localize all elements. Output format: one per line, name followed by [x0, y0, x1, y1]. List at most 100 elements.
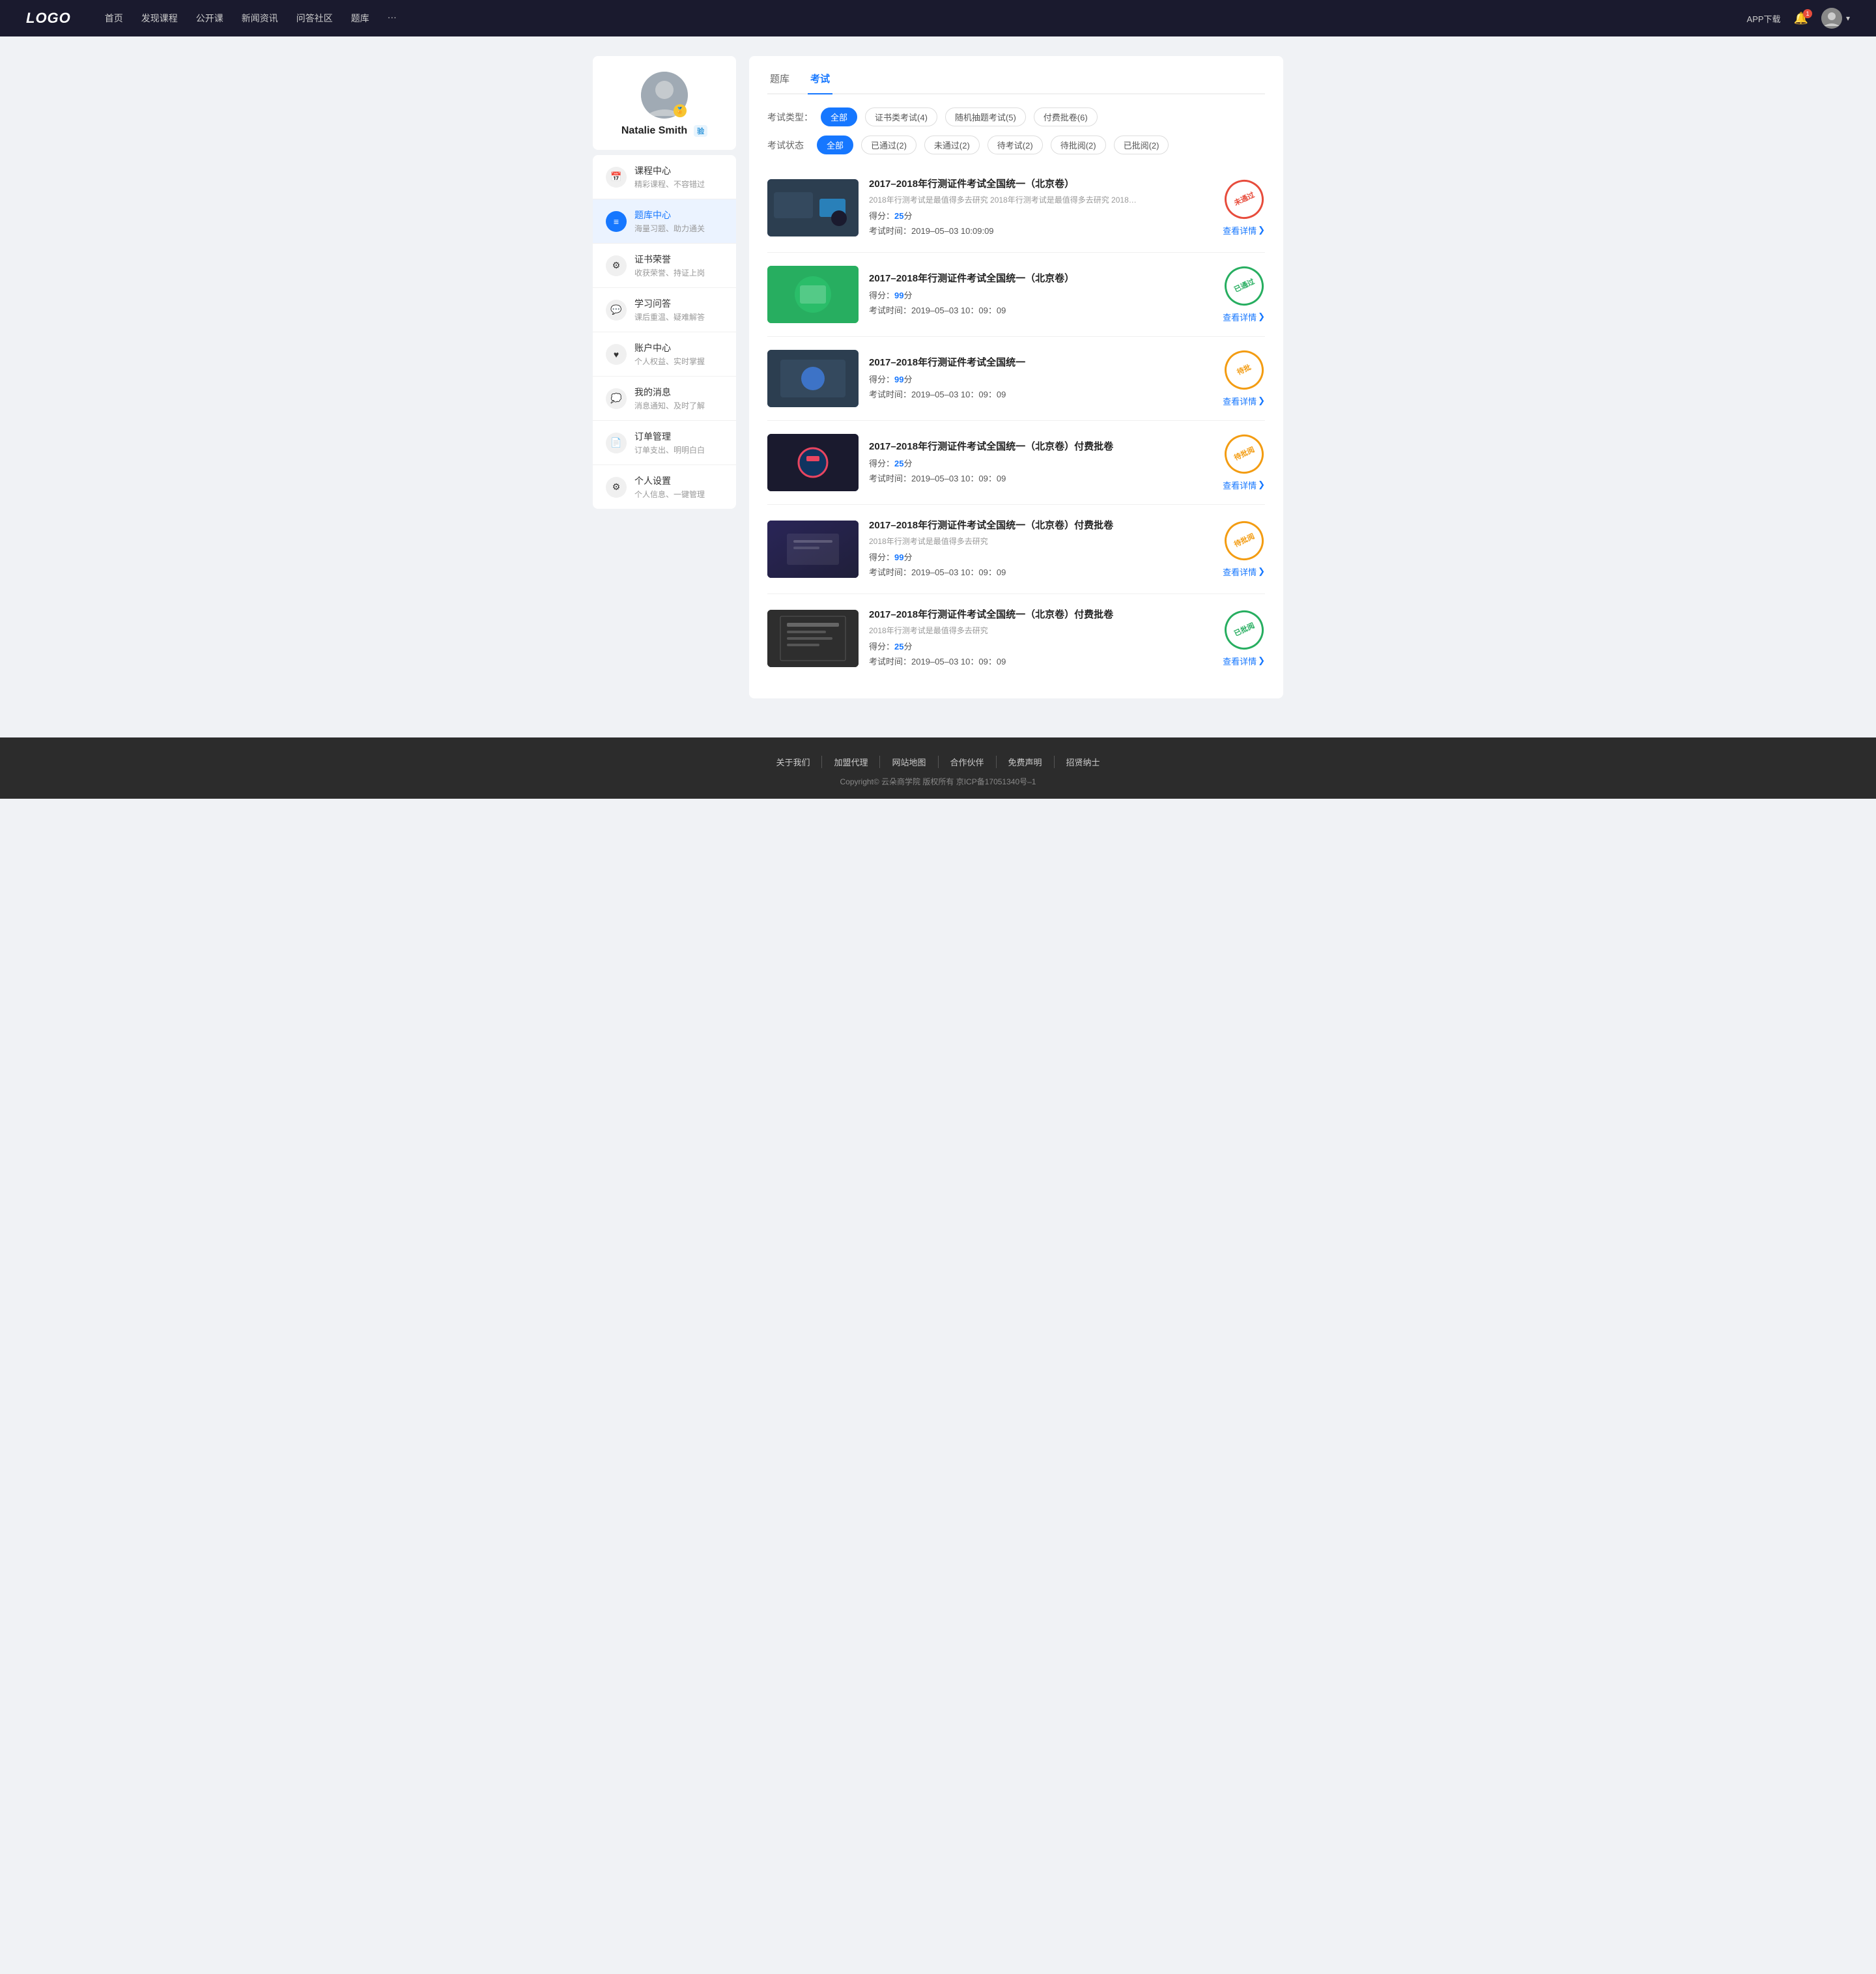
exam-title-1: 2017–2018年行测证件考试全国统一（北京卷）	[869, 177, 1212, 190]
exam-link-4[interactable]: 查看详情 ❯	[1223, 479, 1265, 491]
nav-link-open[interactable]: 公开课	[196, 12, 223, 25]
exam-stamp-6: 已批阅	[1220, 606, 1268, 653]
sidebar-item-qa[interactable]: 💬 学习问答 课后重温、疑难解答	[593, 288, 736, 332]
exam-score-4: 得分：25分	[869, 457, 1212, 469]
cert-title: 证书荣誉	[634, 253, 705, 266]
exam-actions-5: 待批阅 查看详情 ❯	[1223, 521, 1265, 578]
question-title: 题库中心	[634, 208, 705, 222]
exam-info-6: 2017–2018年行测证件考试全国统一（北京卷）付费批卷 2018年行测考试是…	[869, 607, 1212, 670]
profile-card: 🏅 Natalie Smith 验	[593, 56, 736, 150]
navbar: LOGO 首页 发现课程 公开课 新闻资讯 问答社区 题库 ··· APP下载 …	[0, 0, 1876, 36]
exam-item-2: 2017–2018年行测证件考试全国统一（北京卷） 得分：99分 考试时间：20…	[767, 253, 1265, 337]
qa-icon: 💬	[606, 300, 627, 321]
logo: LOGO	[26, 10, 71, 27]
filter-type-cert[interactable]: 证书类考试(4)	[865, 107, 937, 126]
message-icon: 💭	[606, 388, 627, 409]
sidebar-item-message[interactable]: 💭 我的消息 消息通知、及时了解	[593, 377, 736, 421]
nav-link-discover[interactable]: 发现课程	[141, 12, 178, 25]
exam-desc-1: 2018年行测考试是最值得多去研究 2018年行测考试是最值得多去研究 2018…	[869, 194, 1143, 205]
exam-link-3[interactable]: 查看详情 ❯	[1223, 395, 1265, 407]
filter-status-all[interactable]: 全部	[817, 136, 853, 154]
exam-time-3: 考试时间：2019–05–03 10：09：09	[869, 388, 1212, 400]
filter-type-label: 考试类型：	[767, 111, 813, 124]
exam-title-6: 2017–2018年行测证件考试全国统一（北京卷）付费批卷	[869, 607, 1212, 621]
sidebar-item-settings[interactable]: ⚙ 个人设置 个人信息、一键管理	[593, 465, 736, 509]
exam-stamp-3: 待批	[1220, 346, 1268, 393]
footer-link-about[interactable]: 关于我们	[764, 756, 822, 768]
exam-actions-1: 未通过 查看详情 ❯	[1223, 180, 1265, 236]
exam-item-4: 2017–2018年行测证件考试全国统一（北京卷）付费批卷 得分：25分 考试时…	[767, 421, 1265, 505]
exam-info-3: 2017–2018年行测证件考试全国统一 得分：99分 考试时间：2019–05…	[869, 355, 1212, 403]
exam-desc-6: 2018年行测考试是最值得多去研究	[869, 625, 1143, 636]
filter-status-fail[interactable]: 未通过(2)	[924, 136, 980, 154]
exam-score-5: 得分：99分	[869, 551, 1212, 563]
order-sub: 订单支出、明明白白	[634, 444, 705, 455]
filter-status-reviewed[interactable]: 已批阅(2)	[1114, 136, 1169, 154]
nav-link-more[interactable]: ···	[388, 12, 397, 25]
order-title: 订单管理	[634, 430, 705, 443]
filter-type-row: 考试类型： 全部 证书类考试(4) 随机抽题考试(5) 付费批卷(6)	[767, 107, 1265, 126]
exam-list: 2017–2018年行测证件考试全国统一（北京卷） 2018年行测考试是最值得多…	[767, 164, 1265, 683]
exam-time-5: 考试时间：2019–05–03 10：09：09	[869, 565, 1212, 578]
exam-info-2: 2017–2018年行测证件考试全国统一（北京卷） 得分：99分 考试时间：20…	[869, 271, 1212, 319]
footer-link-partner[interactable]: 合作伙伴	[939, 756, 997, 768]
footer-link-jobs[interactable]: 招贤纳士	[1055, 756, 1112, 768]
qa-sub: 课后重温、疑难解答	[634, 311, 705, 322]
exam-time-4: 考试时间：2019–05–03 10：09：09	[869, 472, 1212, 484]
tab-exam[interactable]: 考试	[808, 72, 832, 94]
filter-status-pending[interactable]: 待考试(2)	[988, 136, 1043, 154]
sidebar-menu: 📅 课程中心 精彩课程、不容错过 ≡ 题库中心 海量习题、助力通关 ⚙ 证书荣誉…	[593, 155, 736, 509]
exam-link-1[interactable]: 查看详情 ❯	[1223, 224, 1265, 236]
exam-link-2[interactable]: 查看详情 ❯	[1223, 311, 1265, 323]
exam-info-4: 2017–2018年行测证件考试全国统一（北京卷）付费批卷 得分：25分 考试时…	[869, 439, 1212, 487]
sidebar-item-question[interactable]: ≡ 题库中心 海量习题、助力通关	[593, 199, 736, 244]
nav-link-qa[interactable]: 问答社区	[296, 12, 333, 25]
course-sub: 精彩课程、不容错过	[634, 179, 705, 190]
footer-link-disclaimer[interactable]: 免费声明	[997, 756, 1055, 768]
settings-title: 个人设置	[634, 474, 705, 487]
user-avatar-wrapper[interactable]: ▾	[1821, 8, 1850, 29]
nav-link-home[interactable]: 首页	[105, 12, 123, 25]
exam-time-1: 考试时间：2019–05–03 10:09:09	[869, 224, 1212, 236]
filter-status-pass[interactable]: 已通过(2)	[861, 136, 917, 154]
sidebar-item-course[interactable]: 📅 课程中心 精彩课程、不容错过	[593, 155, 736, 199]
question-icon: ≡	[606, 211, 627, 232]
user-menu-chevron: ▾	[1846, 14, 1850, 23]
footer-copyright: Copyright© 云朵商学院 版权所有 京ICP备17051340号–1	[13, 776, 1863, 787]
sidebar-item-account[interactable]: ♥ 账户中心 个人权益、实时掌握	[593, 332, 736, 377]
profile-avatar-wrapper: 🏅	[641, 72, 688, 119]
profile-badge: 🏅	[674, 104, 687, 117]
notification-bell[interactable]: 🔔 1	[1794, 12, 1808, 25]
order-icon: 📄	[606, 433, 627, 453]
page-wrapper: 🏅 Natalie Smith 验 📅 课程中心 精彩课程、不容错过 ≡ 题库中…	[580, 36, 1296, 737]
filter-status-review[interactable]: 待批阅(2)	[1051, 136, 1106, 154]
nav-link-qbank[interactable]: 题库	[351, 12, 369, 25]
sidebar-item-cert[interactable]: ⚙ 证书荣誉 收获荣誉、持证上岗	[593, 244, 736, 288]
exam-stamp-5: 待批阅	[1220, 517, 1268, 564]
exam-stamp-2: 已通过	[1220, 262, 1268, 309]
exam-title-3: 2017–2018年行测证件考试全国统一	[869, 355, 1212, 369]
user-avatar	[1821, 8, 1842, 29]
footer-link-agent[interactable]: 加盟代理	[822, 756, 880, 768]
exam-item-3: 2017–2018年行测证件考试全国统一 得分：99分 考试时间：2019–05…	[767, 337, 1265, 421]
footer-link-sitemap[interactable]: 网站地图	[880, 756, 938, 768]
qa-title: 学习问答	[634, 297, 705, 310]
settings-sub: 个人信息、一键管理	[634, 489, 705, 500]
filter-type-paid[interactable]: 付费批卷(6)	[1034, 107, 1098, 126]
exam-score-1: 得分：25分	[869, 209, 1212, 222]
exam-actions-6: 已批阅 查看详情 ❯	[1223, 610, 1265, 667]
exam-score-6: 得分：25分	[869, 640, 1212, 652]
tab-qbank[interactable]: 题库	[767, 72, 792, 94]
nav-link-news[interactable]: 新闻资讯	[242, 12, 278, 25]
exam-info-5: 2017–2018年行测证件考试全国统一（北京卷）付费批卷 2018年行测考试是…	[869, 518, 1212, 580]
exam-link-6[interactable]: 查看详情 ❯	[1223, 655, 1265, 667]
exam-item-1: 2017–2018年行测证件考试全国统一（北京卷） 2018年行测考试是最值得多…	[767, 164, 1265, 253]
profile-verify-badge: 验	[694, 125, 707, 137]
message-sub: 消息通知、及时了解	[634, 400, 705, 411]
sidebar-item-order[interactable]: 📄 订单管理 订单支出、明明白白	[593, 421, 736, 465]
exam-link-5[interactable]: 查看详情 ❯	[1223, 565, 1265, 578]
filter-type-all[interactable]: 全部	[821, 107, 857, 126]
nav-links: 首页 发现课程 公开课 新闻资讯 问答社区 题库 ···	[105, 12, 1726, 25]
app-download-link[interactable]: APP下载	[1747, 12, 1781, 25]
filter-type-random[interactable]: 随机抽题考试(5)	[945, 107, 1026, 126]
